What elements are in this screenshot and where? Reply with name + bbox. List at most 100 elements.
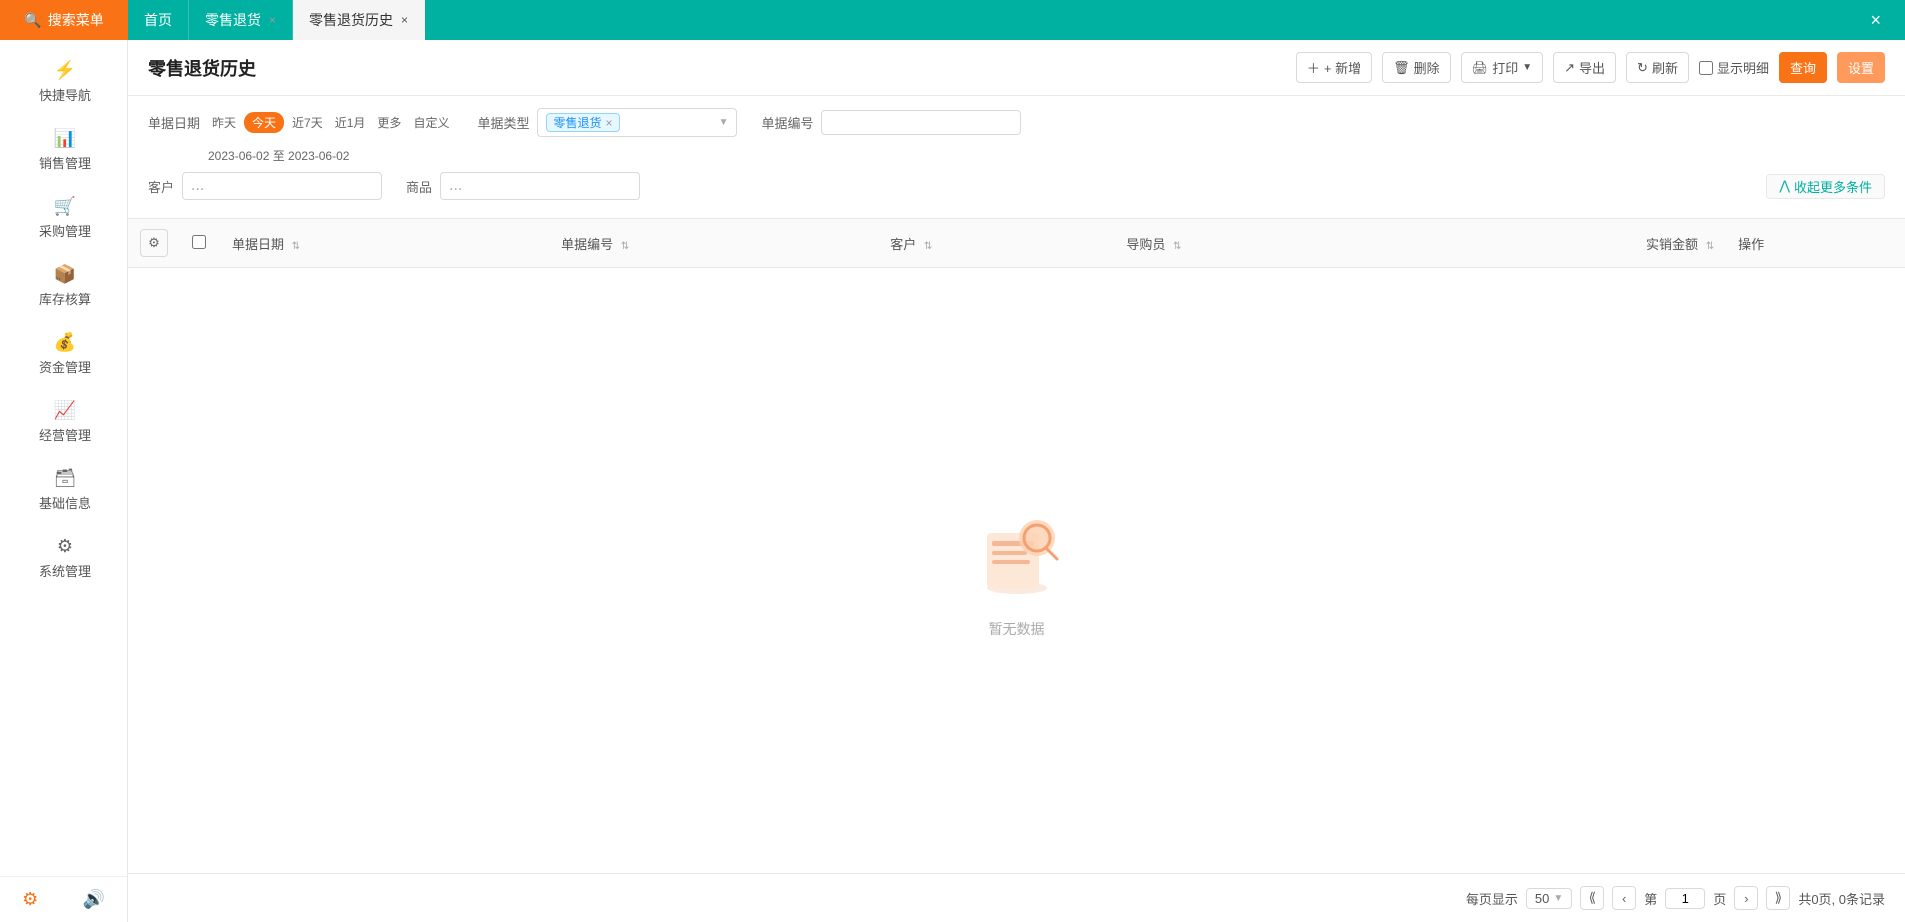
filter-type-tag-close[interactable]: ×: [605, 116, 612, 130]
page-title: 零售退货历史: [148, 55, 256, 81]
total-records: 共0页, 0条记录: [1798, 889, 1885, 908]
tab-retail-return-close[interactable]: ×: [269, 13, 276, 27]
tab-retail-return-history[interactable]: 零售退货历史 ×: [293, 0, 425, 40]
select-all-checkbox[interactable]: [192, 235, 206, 249]
sidebar-item-management[interactable]: 📈 经营管理: [0, 388, 127, 456]
toolbar: ＋ + 新增 🗑 删除 🖨 打印 ▼ ↗ 导出 ↻: [1296, 52, 1885, 83]
sidebar-item-sales[interactable]: 📊 销售管理: [0, 116, 127, 184]
sidebar: ⚡ 快捷导航 📊 销售管理 🛒 采购管理 📦 库存核算 💰 资金管理 📈 经营管…: [0, 40, 128, 922]
table-header-row: ⚙ 单据日期 ⇅ 单据编号 ⇅: [128, 219, 1905, 268]
filter-date-label: 单据日期: [148, 113, 200, 132]
page-unit: 页: [1713, 889, 1726, 908]
filter-goods-label: 商品: [406, 177, 432, 196]
topbar: 🔍 搜索菜单 首页 零售退货 × 零售退货历史 × ×: [0, 0, 1905, 40]
tab-home[interactable]: 首页: [128, 0, 189, 40]
filter-type-label: 单据类型: [477, 113, 529, 132]
next-page-button[interactable]: ›: [1734, 886, 1758, 910]
system-icon: ⚙: [57, 536, 73, 557]
settings-button[interactable]: 设置: [1837, 52, 1885, 83]
empty-text: 暂无数据: [989, 619, 1045, 639]
print-label: 打印: [1492, 58, 1518, 77]
tab-home-label: 首页: [144, 10, 172, 30]
date-btn-7days[interactable]: 近7天: [288, 112, 327, 133]
th-number: 单据编号 ⇅: [549, 219, 878, 268]
sidebar-item-purchase[interactable]: 🛒 采购管理: [0, 184, 127, 252]
th-amount-sort[interactable]: ⇅: [1706, 241, 1714, 252]
th-action: 操作: [1726, 219, 1905, 268]
date-btn-1month[interactable]: 近1月: [331, 112, 370, 133]
new-label: + 新增: [1324, 58, 1361, 77]
search-menu-button[interactable]: 🔍 搜索菜单: [0, 0, 128, 40]
pagination: 每页显示 50 ▼ ⟪ ‹ 第 页 › ⟫ 共0页, 0条记录: [128, 873, 1905, 922]
filter-customer-input[interactable]: ...: [182, 172, 382, 200]
query-button[interactable]: 查询: [1779, 52, 1827, 83]
date-btn-today[interactable]: 今天: [244, 112, 284, 133]
search-icon: 🔍: [24, 12, 41, 29]
filter-number-input[interactable]: [821, 110, 1021, 135]
new-button[interactable]: ＋ + 新增: [1296, 52, 1372, 83]
window-close-button[interactable]: ×: [1862, 10, 1889, 31]
tab-retail-return-history-close[interactable]: ×: [401, 13, 408, 27]
collapse-label: 收起更多条件: [1794, 177, 1872, 196]
tab-retail-return[interactable]: 零售退货 ×: [189, 0, 293, 40]
print-chevron-icon: ▼: [1522, 62, 1532, 73]
first-page-button[interactable]: ⟪: [1580, 886, 1604, 910]
sidebar-bottom: ⚙ 🔊: [0, 876, 127, 922]
th-guide-sort[interactable]: ⇅: [1173, 241, 1181, 252]
th-customer: 客户 ⇅: [878, 219, 1114, 268]
filter-type-chevron-icon: ▼: [719, 117, 729, 128]
sidebar-settings-button[interactable]: ⚙: [22, 889, 38, 910]
data-table: ⚙ 单据日期 ⇅ 单据编号 ⇅: [128, 219, 1905, 268]
date-btn-more[interactable]: 更多: [373, 112, 405, 133]
page-number-input[interactable]: [1665, 888, 1705, 909]
sidebar-item-system[interactable]: ⚙ 系统管理: [0, 524, 127, 592]
delete-button[interactable]: 🗑 删除: [1382, 52, 1451, 83]
inventory-icon: 📦: [54, 264, 76, 285]
finance-icon: 💰: [54, 332, 76, 353]
content-area: 零售退货历史 ＋ + 新增 🗑 删除 🖨 打印 ▼ ↗ 导出: [128, 40, 1905, 922]
th-number-sort[interactable]: ⇅: [621, 241, 629, 252]
collapse-button[interactable]: ⋀ 收起更多条件: [1766, 174, 1885, 199]
print-icon: 🖨: [1472, 60, 1489, 76]
date-btn-custom[interactable]: 自定义: [409, 112, 453, 133]
show-detail-checkbox[interactable]: [1699, 61, 1713, 75]
sidebar-item-basic-info-label: 基础信息: [39, 493, 91, 512]
filter-type-tag: 零售退货 ×: [546, 113, 619, 132]
export-icon: ↗: [1564, 60, 1575, 76]
sidebar-volume-button[interactable]: 🔊: [82, 889, 104, 910]
print-button[interactable]: 🖨 打印 ▼: [1461, 52, 1543, 83]
th-customer-sort[interactable]: ⇅: [924, 241, 932, 252]
last-page-button[interactable]: ⟫: [1766, 886, 1790, 910]
table-settings-button[interactable]: ⚙: [140, 229, 168, 257]
th-action-label: 操作: [1738, 237, 1764, 252]
sidebar-item-inventory[interactable]: 📦 库存核算: [0, 252, 127, 320]
per-page-select[interactable]: 50 ▼: [1526, 888, 1572, 909]
filter-row-1: 单据日期 昨天 今天 近7天 近1月 更多 自定义 单据类型: [148, 108, 1885, 137]
sidebar-item-finance-label: 资金管理: [39, 357, 91, 376]
date-btn-yesterday[interactable]: 昨天: [208, 112, 240, 133]
filter-row-2: 客户 ... 商品 ... ⋀ 收起更多条件: [148, 172, 1885, 200]
sidebar-item-basic-info[interactable]: 🗃 基础信息: [0, 456, 127, 524]
per-page-chevron-icon: ▼: [1553, 893, 1563, 904]
new-icon: ＋: [1307, 58, 1320, 77]
prev-page-button[interactable]: ‹: [1612, 886, 1636, 910]
quick-nav-icon: ⚡: [54, 60, 76, 81]
filter-collapse-container: ⋀ 收起更多条件: [664, 174, 1885, 199]
refresh-button[interactable]: ↻ 刷新: [1626, 52, 1689, 83]
filter-customer-item: 客户 ...: [148, 172, 382, 200]
export-button[interactable]: ↗ 导出: [1553, 52, 1616, 83]
basic-info-icon: 🗃: [54, 468, 77, 489]
sidebar-item-inventory-label: 库存核算: [39, 289, 91, 308]
per-page-value: 50: [1535, 891, 1549, 906]
filter-type-select[interactable]: 零售退货 × ▼: [537, 108, 737, 137]
delete-label: 删除: [1414, 58, 1440, 77]
table-area: ⚙ 单据日期 ⇅ 单据编号 ⇅: [128, 219, 1905, 922]
filter-type-item: 单据类型 零售退货 × ▼: [477, 108, 737, 137]
th-checkbox: [180, 219, 220, 268]
filter-customer-label: 客户: [148, 177, 174, 196]
th-date-sort[interactable]: ⇅: [292, 241, 300, 252]
filter-goods-input[interactable]: ...: [440, 172, 640, 200]
sidebar-item-quick-nav[interactable]: ⚡ 快捷导航: [0, 48, 127, 116]
sidebar-item-finance[interactable]: 💰 资金管理: [0, 320, 127, 388]
th-customer-label: 客户: [890, 237, 916, 252]
